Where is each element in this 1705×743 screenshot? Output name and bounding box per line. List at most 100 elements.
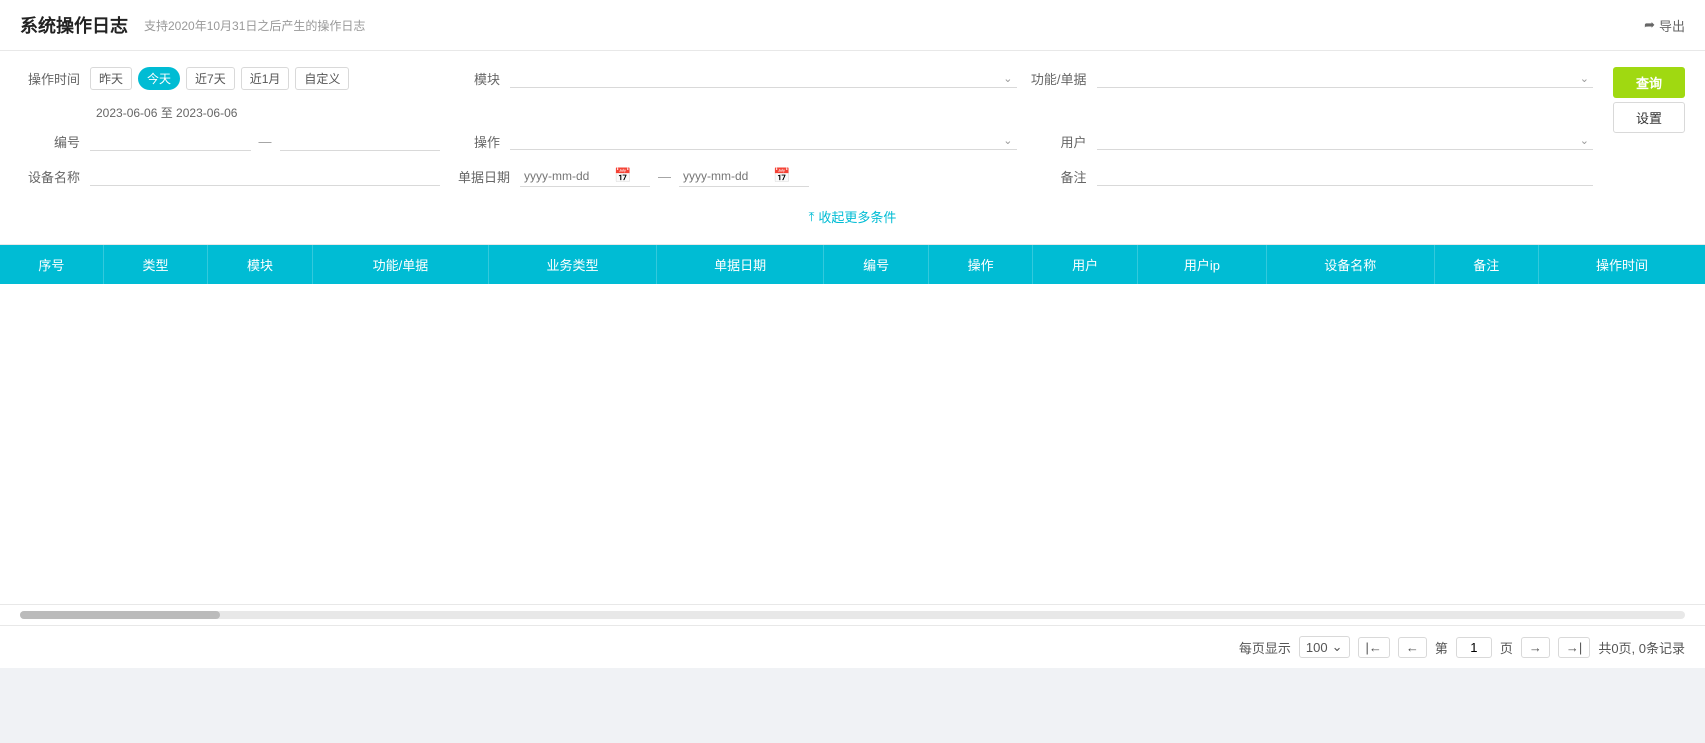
- col-serial-no: 编号: [824, 245, 928, 284]
- user-filter-col: 用户 ⌄: [1017, 132, 1594, 151]
- page-last-button[interactable]: →|: [1558, 637, 1590, 658]
- page-size-select[interactable]: 100 ⌄: [1299, 636, 1350, 658]
- date-dash: —: [650, 169, 679, 184]
- table-area: 序号 类型 模块 功能/单据 业务类型 单据日期 编号 操作 用户 用户ip 设…: [0, 245, 1705, 604]
- serial-input-to[interactable]: [280, 131, 441, 151]
- page-title: 系统操作日志: [20, 12, 128, 38]
- op-select[interactable]: ⌄: [510, 132, 1017, 150]
- table-header: 序号 类型 模块 功能/单据 业务类型 单据日期 编号 操作 用户 用户ip 设…: [0, 245, 1705, 284]
- col-biz-type: 业务类型: [489, 245, 657, 284]
- page-subtitle: 支持2020年10月31日之后产生的操作日志: [144, 17, 365, 34]
- date-from-wrapper: 📅: [520, 165, 650, 187]
- page-header: 系统操作日志 支持2020年10月31日之后产生的操作日志 ➦ 导出: [0, 0, 1705, 51]
- scrollbar-area: [0, 604, 1705, 625]
- filter-area: 操作时间 昨天 今天 近7天 近1月 自定义 模块 ⌄: [0, 51, 1705, 245]
- page-label: 第: [1435, 638, 1448, 657]
- collapse-label: 收起更多条件: [818, 207, 896, 226]
- user-label: 用户: [1017, 132, 1097, 151]
- time-filter-col: 操作时间 昨天 今天 近7天 近1月 自定义: [20, 67, 440, 90]
- time-btn-today[interactable]: 今天: [138, 67, 180, 90]
- remark-input[interactable]: [1097, 166, 1594, 186]
- func-chevron-icon: ⌄: [1580, 72, 1589, 85]
- user-chevron-icon: ⌄: [1580, 134, 1589, 147]
- module-label: 模块: [440, 69, 510, 88]
- date-from-input[interactable]: [524, 169, 614, 183]
- col-user-ip: 用户ip: [1137, 245, 1266, 284]
- empty-area: [0, 284, 1705, 604]
- page-size-label: 每页显示: [1239, 638, 1291, 657]
- scrollbar-track[interactable]: [20, 611, 1685, 619]
- docdate-label: 单据日期: [440, 167, 520, 186]
- pagination-area: 每页显示 100 ⌄ |← ← 第 页 → →| 共0页, 0条记录: [0, 625, 1705, 668]
- calendar-from-icon[interactable]: 📅: [614, 167, 631, 184]
- func-select[interactable]: ⌄: [1097, 70, 1594, 88]
- export-button[interactable]: ➦ 导出: [1644, 16, 1685, 35]
- module-select[interactable]: ⌄: [510, 70, 1017, 88]
- filter-row-2: 编号 — 操作 ⌄ 用户: [20, 131, 1593, 151]
- collapse-bar: ⤒ 收起更多条件: [20, 201, 1685, 236]
- collapse-icon: ⤒: [809, 209, 815, 225]
- filter-main-row: 操作时间 昨天 今天 近7天 近1月 自定义 模块 ⌄: [20, 67, 1685, 201]
- time-range-text: 2023-06-06 至 2023-06-06: [96, 104, 237, 121]
- calendar-to-icon[interactable]: 📅: [773, 167, 790, 184]
- total-label: 共0页, 0条记录: [1598, 638, 1685, 657]
- collapse-button[interactable]: ⤒ 收起更多条件: [809, 207, 897, 226]
- op-filter-col: 操作 ⌄: [440, 132, 1017, 151]
- col-device: 设备名称: [1266, 245, 1434, 284]
- time-range-row: 2023-06-06 至 2023-06-06: [20, 104, 1593, 121]
- time-btn-yesterday[interactable]: 昨天: [90, 67, 132, 90]
- page-first-button[interactable]: |←: [1358, 637, 1390, 658]
- device-filter-col: 设备名称: [20, 166, 440, 186]
- time-range-spacer: [20, 104, 90, 121]
- op-label: 操作: [440, 132, 510, 151]
- scrollbar-thumb[interactable]: [20, 611, 220, 619]
- remark-label: 备注: [1017, 167, 1097, 186]
- op-chevron-icon: ⌄: [1003, 134, 1012, 147]
- filter-row-1: 操作时间 昨天 今天 近7天 近1月 自定义 模块 ⌄: [20, 67, 1593, 90]
- device-input[interactable]: [90, 166, 440, 186]
- col-remark: 备注: [1434, 245, 1538, 284]
- remark-filter-col: 备注: [1017, 166, 1594, 186]
- time-btn-1month[interactable]: 近1月: [241, 67, 290, 90]
- col-doc-date: 单据日期: [656, 245, 824, 284]
- serial-dash: —: [251, 134, 280, 149]
- export-icon: ➦: [1644, 17, 1655, 33]
- action-buttons: 查询 设置: [1613, 67, 1685, 133]
- table-header-row: 序号 类型 模块 功能/单据 业务类型 单据日期 编号 操作 用户 用户ip 设…: [0, 245, 1705, 284]
- query-button[interactable]: 查询: [1613, 67, 1685, 98]
- col-serial: 序号: [0, 245, 103, 284]
- data-table: 序号 类型 模块 功能/单据 业务类型 单据日期 编号 操作 用户 用户ip 设…: [0, 245, 1705, 284]
- func-label: 功能/单据: [1017, 69, 1097, 88]
- col-user: 用户: [1033, 245, 1137, 284]
- page-prev-button[interactable]: ←: [1398, 637, 1427, 658]
- serial-filter-col: 编号 —: [20, 131, 440, 151]
- user-select[interactable]: ⌄: [1097, 132, 1594, 150]
- col-type: 类型: [103, 245, 207, 284]
- page-unit: 页: [1500, 638, 1513, 657]
- module-chevron-icon: ⌄: [1003, 72, 1012, 85]
- filters-main: 操作时间 昨天 今天 近7天 近1月 自定义 模块 ⌄: [20, 67, 1593, 201]
- time-btn-7days[interactable]: 近7天: [186, 67, 235, 90]
- page-size-value: 100: [1306, 640, 1328, 655]
- time-btn-custom[interactable]: 自定义: [295, 67, 349, 90]
- settings-button[interactable]: 设置: [1613, 102, 1685, 133]
- func-filter-col: 功能/单据 ⌄: [1017, 69, 1594, 88]
- page-number-input[interactable]: [1456, 637, 1492, 658]
- export-label: 导出: [1659, 16, 1685, 35]
- col-op-time: 操作时间: [1539, 245, 1705, 284]
- page-size-chevron: ⌄: [1332, 639, 1343, 655]
- date-to-input[interactable]: [683, 169, 773, 183]
- serial-input-from[interactable]: [90, 131, 251, 151]
- time-label: 操作时间: [20, 69, 90, 88]
- col-func: 功能/单据: [312, 245, 488, 284]
- page-next-button[interactable]: →: [1521, 637, 1550, 658]
- date-to-wrapper: 📅: [679, 165, 809, 187]
- col-op: 操作: [928, 245, 1032, 284]
- col-module: 模块: [208, 245, 312, 284]
- module-filter-col: 模块 ⌄: [440, 69, 1017, 88]
- docdate-filter-col: 单据日期 📅 — 📅: [440, 165, 1017, 187]
- filter-row-3: 设备名称 单据日期 📅 — 📅: [20, 165, 1593, 187]
- serial-label: 编号: [20, 132, 90, 151]
- time-buttons: 昨天 今天 近7天 近1月 自定义: [90, 67, 349, 90]
- device-label: 设备名称: [20, 167, 90, 186]
